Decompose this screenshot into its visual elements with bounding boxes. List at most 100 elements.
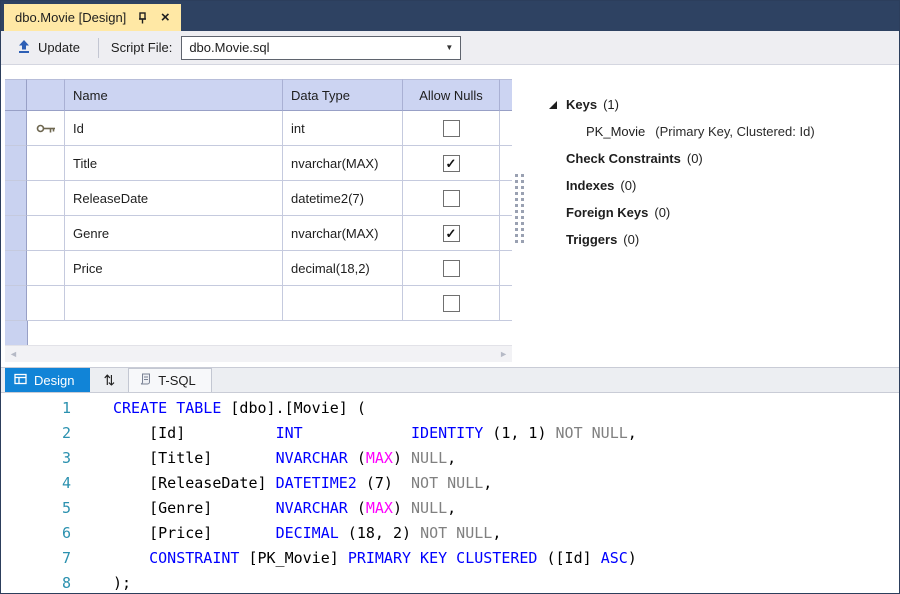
- column-header-overflow: [500, 79, 512, 111]
- cell-name[interactable]: Genre: [65, 216, 283, 251]
- doc-tab-title: dbo.Movie [Design]: [15, 10, 126, 25]
- grid-corner-cell[interactable]: [5, 79, 27, 111]
- scroll-right-icon[interactable]: ►: [499, 349, 508, 359]
- script-file-value: dbo.Movie.sql: [189, 40, 269, 55]
- table-row[interactable]: Id int: [5, 111, 512, 146]
- line-number: 8: [1, 571, 71, 593]
- allow-nulls-checkbox[interactable]: ✓: [443, 225, 460, 242]
- column-header-allow-nulls[interactable]: Allow Nulls: [403, 79, 500, 111]
- context-child-item[interactable]: PK_Movie(Primary Key, Clustered: Id): [546, 118, 891, 145]
- context-section-header[interactable]: Indexes (0): [546, 172, 891, 199]
- close-icon[interactable]: ×: [158, 10, 172, 26]
- update-button-label: Update: [38, 40, 80, 55]
- chevron-down-icon: ▼: [445, 43, 453, 52]
- line-number: 2: [1, 421, 71, 446]
- context-section: Check Constraints (0): [546, 145, 891, 172]
- expander-icon[interactable]: [546, 100, 560, 110]
- update-button[interactable]: Update: [11, 36, 86, 60]
- cell-overflow: [500, 181, 512, 216]
- script-file-dropdown[interactable]: dbo.Movie.sql ▼: [181, 36, 461, 60]
- row-indicator[interactable]: [5, 111, 27, 146]
- cell-type[interactable]: decimal(18,2): [283, 251, 403, 286]
- allow-nulls-checkbox[interactable]: [443, 190, 460, 207]
- cell-type[interactable]: nvarchar(MAX): [283, 146, 403, 181]
- row-indicator[interactable]: [5, 286, 27, 321]
- context-section-header[interactable]: Check Constraints (0): [546, 145, 891, 172]
- code-editor[interactable]: 1CREATE TABLE [dbo].[Movie] (2 [Id] INT …: [1, 394, 899, 593]
- code-line-text: );: [113, 574, 131, 592]
- cell-allow-nulls[interactable]: [403, 286, 500, 321]
- cell-type[interactable]: datetime2(7): [283, 181, 403, 216]
- pin-icon[interactable]: [135, 10, 149, 26]
- cell-name[interactable]: Price: [65, 251, 283, 286]
- row-indicator[interactable]: [5, 251, 27, 286]
- row-indicator[interactable]: [5, 181, 27, 216]
- cell-name[interactable]: ReleaseDate: [65, 181, 283, 216]
- tab-design[interactable]: Design: [5, 368, 90, 392]
- panel-splitter-grip[interactable]: [521, 174, 524, 244]
- row-indicator[interactable]: [5, 146, 27, 181]
- row-icon-cell: [27, 251, 65, 286]
- cell-type[interactable]: int: [283, 111, 403, 146]
- line-number: 1: [1, 396, 71, 421]
- cell-name[interactable]: Id: [65, 111, 283, 146]
- code-line-text: [Title] NVARCHAR (MAX) NULL,: [113, 449, 456, 467]
- cell-name[interactable]: Title: [65, 146, 283, 181]
- columns-grid: Name Data Type Allow Nulls Id int: [5, 79, 512, 362]
- horizontal-scrollbar[interactable]: ◄ ►: [5, 345, 512, 362]
- code-line: 8);: [1, 571, 899, 593]
- cell-overflow: [500, 111, 512, 146]
- grid-icon-header[interactable]: [27, 79, 65, 111]
- cell-allow-nulls[interactable]: ✓: [403, 216, 500, 251]
- code-line-text: [Price] DECIMAL (18, 2) NOT NULL,: [113, 524, 501, 542]
- grid-body: Id int Title nvarchar(MAX) ✓: [5, 111, 512, 321]
- cell-allow-nulls[interactable]: [403, 111, 500, 146]
- tab-design-label: Design: [34, 373, 74, 388]
- line-number: 7: [1, 546, 71, 571]
- doc-tab-dbo-movie-design[interactable]: dbo.Movie [Design] ×: [4, 4, 181, 31]
- column-header-name[interactable]: Name: [65, 79, 283, 111]
- allow-nulls-checkbox[interactable]: [443, 295, 460, 312]
- table-row[interactable]: Genre nvarchar(MAX) ✓: [5, 216, 512, 251]
- context-section-header[interactable]: Foreign Keys (0): [546, 199, 891, 226]
- panel-splitter[interactable]: [515, 174, 518, 244]
- table-row[interactable]: Price decimal(18,2): [5, 251, 512, 286]
- cell-allow-nulls[interactable]: [403, 251, 500, 286]
- cell-type[interactable]: nvarchar(MAX): [283, 216, 403, 251]
- cell-type[interactable]: [283, 286, 403, 321]
- cell-name[interactable]: [65, 286, 283, 321]
- cell-allow-nulls[interactable]: [403, 181, 500, 216]
- toolbar-separator: [98, 38, 99, 58]
- script-file-label: Script File:: [111, 40, 172, 55]
- table-designer-window: dbo.Movie [Design] × Update: [0, 0, 900, 594]
- tab-tsql[interactable]: T-SQL: [128, 368, 212, 392]
- designer-toolbar: Update Script File: dbo.Movie.sql ▼: [1, 31, 899, 65]
- table-row[interactable]: [5, 286, 512, 321]
- column-header-data-type[interactable]: Data Type: [283, 79, 403, 111]
- context-section: Indexes (0): [546, 172, 891, 199]
- line-number: 4: [1, 471, 71, 496]
- allow-nulls-checkbox[interactable]: ✓: [443, 155, 460, 172]
- context-section-header[interactable]: Keys (1): [546, 91, 891, 118]
- cell-allow-nulls[interactable]: ✓: [403, 146, 500, 181]
- row-icon-cell: [27, 286, 65, 321]
- code-line-text: CONSTRAINT [PK_Movie] PRIMARY KEY CLUSTE…: [113, 549, 637, 567]
- code-line-text: [ReleaseDate] DATETIME2 (7) NOT NULL,: [113, 474, 492, 492]
- row-icon-cell: [27, 216, 65, 251]
- code-line-text: CREATE TABLE [dbo].[Movie] (: [113, 399, 366, 417]
- table-row[interactable]: ReleaseDate datetime2(7): [5, 181, 512, 216]
- allow-nulls-checkbox[interactable]: [443, 260, 460, 277]
- line-number: 5: [1, 496, 71, 521]
- allow-nulls-checkbox[interactable]: [443, 120, 460, 137]
- update-arrow-icon: [17, 39, 31, 57]
- scroll-left-icon[interactable]: ◄: [9, 349, 18, 359]
- context-section-header[interactable]: Triggers (0): [546, 226, 891, 253]
- row-indicator[interactable]: [5, 216, 27, 251]
- context-section-label: Foreign Keys: [566, 205, 648, 220]
- table-row[interactable]: Title nvarchar(MAX) ✓: [5, 146, 512, 181]
- context-section-count: (0): [654, 205, 670, 220]
- document-tab-strip: dbo.Movie [Design] ×: [1, 1, 899, 31]
- code-line: 1 CREATE TABLE [dbo].[Movie] (: [1, 396, 899, 421]
- row-icon-cell: [27, 111, 65, 146]
- swap-panes-icon[interactable]: ⇅: [90, 368, 128, 392]
